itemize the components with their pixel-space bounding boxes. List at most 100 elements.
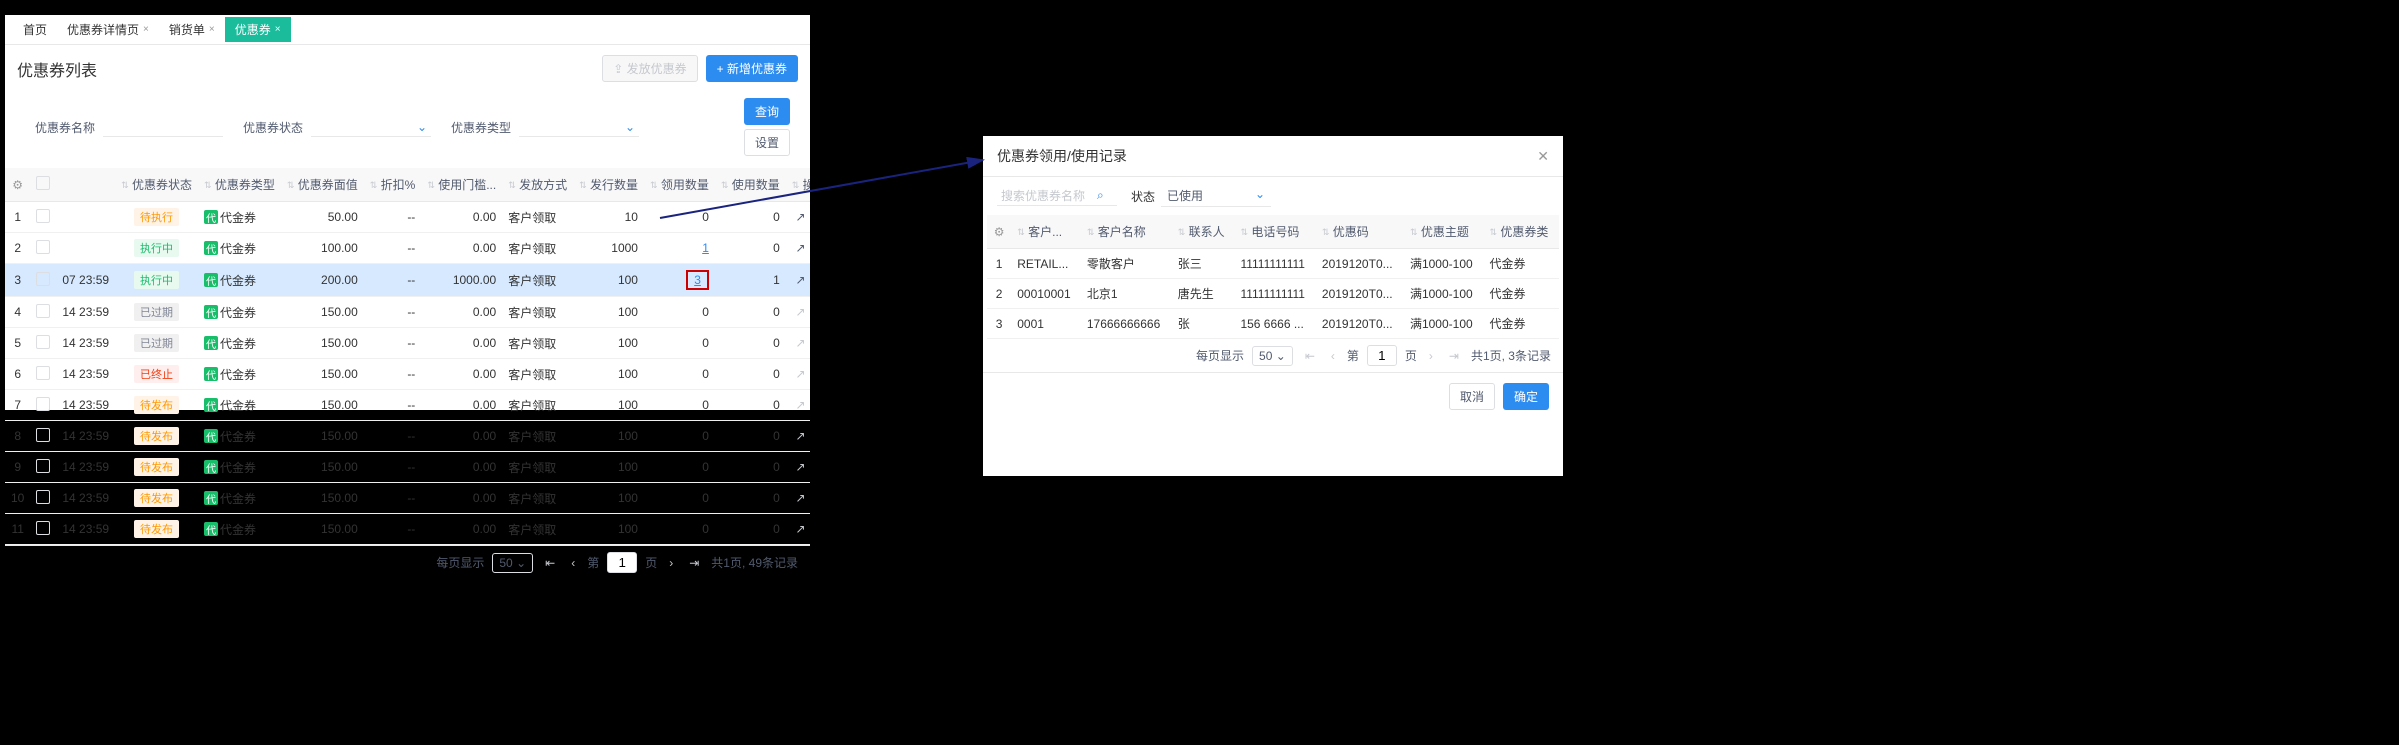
- prev-page-button[interactable]: ‹: [567, 556, 579, 570]
- table-row[interactable]: 614 23:59已终止代代金券150.00--0.00客户领取10000↗▦: [5, 359, 810, 390]
- external-link-icon[interactable]: ↗: [796, 398, 806, 412]
- column-header[interactable]: ⇅ 联系人: [1172, 215, 1235, 249]
- external-link-icon[interactable]: ↗: [796, 241, 806, 255]
- column-header[interactable]: ⇅ 优惠券状态: [115, 168, 198, 202]
- cancel-button[interactable]: 取消: [1449, 383, 1495, 410]
- row-checkbox[interactable]: [36, 304, 50, 318]
- tab-首页[interactable]: 首页: [13, 17, 57, 42]
- table-row[interactable]: 514 23:59已过期代代金券150.00--0.00客户领取10000↗▦: [5, 328, 810, 359]
- confirm-button[interactable]: 确定: [1503, 383, 1549, 410]
- table-row[interactable]: 1014 23:59待发布代代金券150.00--0.00客户领取10000↗▦: [5, 483, 810, 514]
- filter-name-label: 优惠券名称: [35, 119, 95, 136]
- table-row[interactable]: 914 23:59待发布代代金券150.00--0.00客户领取10000↗▦: [5, 452, 810, 483]
- sort-icon: ⇅: [204, 180, 212, 191]
- coupon-table-wrap[interactable]: ⚙ ⇅ 优惠券状态⇅ 优惠券类型⇅ 优惠券面值⇅ 折扣%⇅ 使用门槛...⇅ 发放…: [5, 168, 810, 545]
- column-header[interactable]: ⇅ 客户...: [1011, 215, 1081, 249]
- claimed-count-link[interactable]: 3: [686, 270, 709, 290]
- external-link-icon[interactable]: ↗: [796, 429, 806, 443]
- gear-column[interactable]: ⚙: [987, 215, 1011, 249]
- column-header[interactable]: ⇅ 电话号码: [1234, 215, 1315, 249]
- modal-search-input[interactable]: ⌕: [997, 186, 1117, 206]
- column-header[interactable]: ⇅ 优惠券面值: [281, 168, 364, 202]
- modal-per-page-select[interactable]: 50 ⌄: [1252, 346, 1293, 366]
- close-icon[interactable]: ×: [275, 24, 281, 35]
- close-icon[interactable]: ×: [143, 24, 149, 35]
- claimed-count-link[interactable]: 1: [702, 241, 709, 255]
- column-header[interactable]: ⇅ 优惠码: [1316, 215, 1404, 249]
- column-header[interactable]: ⇅ 优惠券类型: [198, 168, 281, 202]
- external-link-icon[interactable]: ↗: [796, 367, 806, 381]
- row-checkbox[interactable]: [36, 209, 50, 223]
- tab-优惠券详情页[interactable]: 优惠券详情页×: [57, 17, 159, 42]
- sort-icon: ⇅: [1178, 227, 1186, 238]
- modal-prev-page-button[interactable]: ‹: [1327, 349, 1339, 363]
- row-checkbox[interactable]: [36, 490, 50, 504]
- table-row[interactable]: 2执行中代代金券100.00--0.00客户领取100010↗▦: [5, 233, 810, 264]
- modal-page-input[interactable]: [1367, 345, 1397, 366]
- external-link-icon[interactable]: ↗: [796, 460, 806, 474]
- modal-last-page-button[interactable]: ⇥: [1445, 349, 1463, 363]
- voucher-icon: 代: [204, 429, 218, 443]
- status-badge: 待发布: [134, 458, 179, 476]
- external-link-icon[interactable]: ↗: [796, 210, 806, 224]
- column-header[interactable]: ⇅ 优惠主题: [1404, 215, 1484, 249]
- modal-state-select[interactable]: 已使用 ⌄: [1161, 185, 1271, 207]
- table-row[interactable]: 1RETAIL...零散客户张三111111111112019120T0...满…: [987, 249, 1559, 279]
- column-header[interactable]: ⇅ 客户名称: [1081, 215, 1172, 249]
- modal-state-label: 状态: [1131, 188, 1155, 205]
- row-checkbox[interactable]: [36, 240, 50, 254]
- gear-column[interactable]: ⚙: [5, 168, 30, 202]
- filter-type-label: 优惠券类型: [451, 119, 511, 136]
- table-row[interactable]: 714 23:59待发布代代金券150.00--0.00客户领取10000↗▦: [5, 390, 810, 421]
- checkbox-column[interactable]: [30, 168, 56, 202]
- page-input[interactable]: [607, 552, 637, 573]
- status-badge: 已过期: [134, 334, 179, 352]
- column-header[interactable]: ⇅ 使用门槛...: [421, 168, 502, 202]
- filter-type-select[interactable]: ⌄: [519, 118, 639, 137]
- column-header[interactable]: ⇅ 优惠券类: [1483, 215, 1559, 249]
- column-header[interactable]: ⇅ 领用数量: [644, 168, 715, 202]
- close-icon[interactable]: ×: [209, 24, 215, 35]
- per-page-select[interactable]: 50 ⌄: [492, 553, 533, 573]
- tab-优惠券[interactable]: 优惠券×: [225, 17, 291, 42]
- row-checkbox[interactable]: [36, 366, 50, 380]
- next-page-button[interactable]: ›: [665, 556, 677, 570]
- row-checkbox[interactable]: [36, 459, 50, 473]
- table-row[interactable]: 1待执行代代金券50.00--0.00客户领取1000↗▦: [5, 202, 810, 233]
- modal-first-page-button[interactable]: ⇤: [1301, 349, 1319, 363]
- table-row[interactable]: 307 23:59执行中代代金券200.00--1000.00客户领取10031…: [5, 264, 810, 297]
- table-row[interactable]: 3000117666666666张156 6666 ...2019120T0..…: [987, 309, 1559, 339]
- row-checkbox[interactable]: [36, 335, 50, 349]
- query-button[interactable]: 查询: [744, 98, 790, 125]
- table-row[interactable]: 414 23:59已过期代代金券150.00--0.00客户领取10000↗▦: [5, 297, 810, 328]
- settings-button[interactable]: 设置: [744, 129, 790, 156]
- column-header[interactable]: ⇅ 操作: [786, 168, 810, 202]
- external-link-icon[interactable]: ↗: [796, 522, 806, 536]
- share-icon: ⇪: [613, 62, 623, 76]
- row-checkbox[interactable]: [36, 272, 50, 286]
- tab-销货单[interactable]: 销货单×: [159, 17, 225, 42]
- table-row[interactable]: 814 23:59待发布代代金券150.00--0.00客户领取10000↗▦: [5, 421, 810, 452]
- add-coupon-button[interactable]: + 新增优惠券: [706, 55, 798, 82]
- last-page-button[interactable]: ⇥: [685, 556, 703, 570]
- table-row[interactable]: 1114 23:59待发布代代金券150.00--0.00客户领取10000↗▦: [5, 514, 810, 545]
- column-header[interactable]: ⇅ 折扣%: [364, 168, 422, 202]
- external-link-icon[interactable]: ↗: [796, 305, 806, 319]
- filter-status-select[interactable]: ⌄: [311, 118, 431, 137]
- column-header[interactable]: ⇅ 发行数量: [573, 168, 644, 202]
- external-link-icon[interactable]: ↗: [796, 336, 806, 350]
- external-link-icon[interactable]: ↗: [796, 273, 806, 287]
- close-icon[interactable]: ✕: [1537, 148, 1549, 165]
- modal-next-page-button[interactable]: ›: [1425, 349, 1437, 363]
- voucher-icon: 代: [204, 398, 218, 412]
- first-page-button[interactable]: ⇤: [541, 556, 559, 570]
- filter-name-input[interactable]: [103, 117, 223, 137]
- column-header[interactable]: ⇅ 使用数量: [715, 168, 786, 202]
- external-link-icon[interactable]: ↗: [796, 491, 806, 505]
- distribute-coupon-button[interactable]: ⇪ 发放优惠券: [602, 55, 697, 82]
- row-checkbox[interactable]: [36, 397, 50, 411]
- column-header[interactable]: ⇅ 发放方式: [502, 168, 573, 202]
- table-row[interactable]: 200010001北京1唐先生111111111112019120T0...满1…: [987, 279, 1559, 309]
- row-checkbox[interactable]: [36, 428, 50, 442]
- row-checkbox[interactable]: [36, 521, 50, 535]
